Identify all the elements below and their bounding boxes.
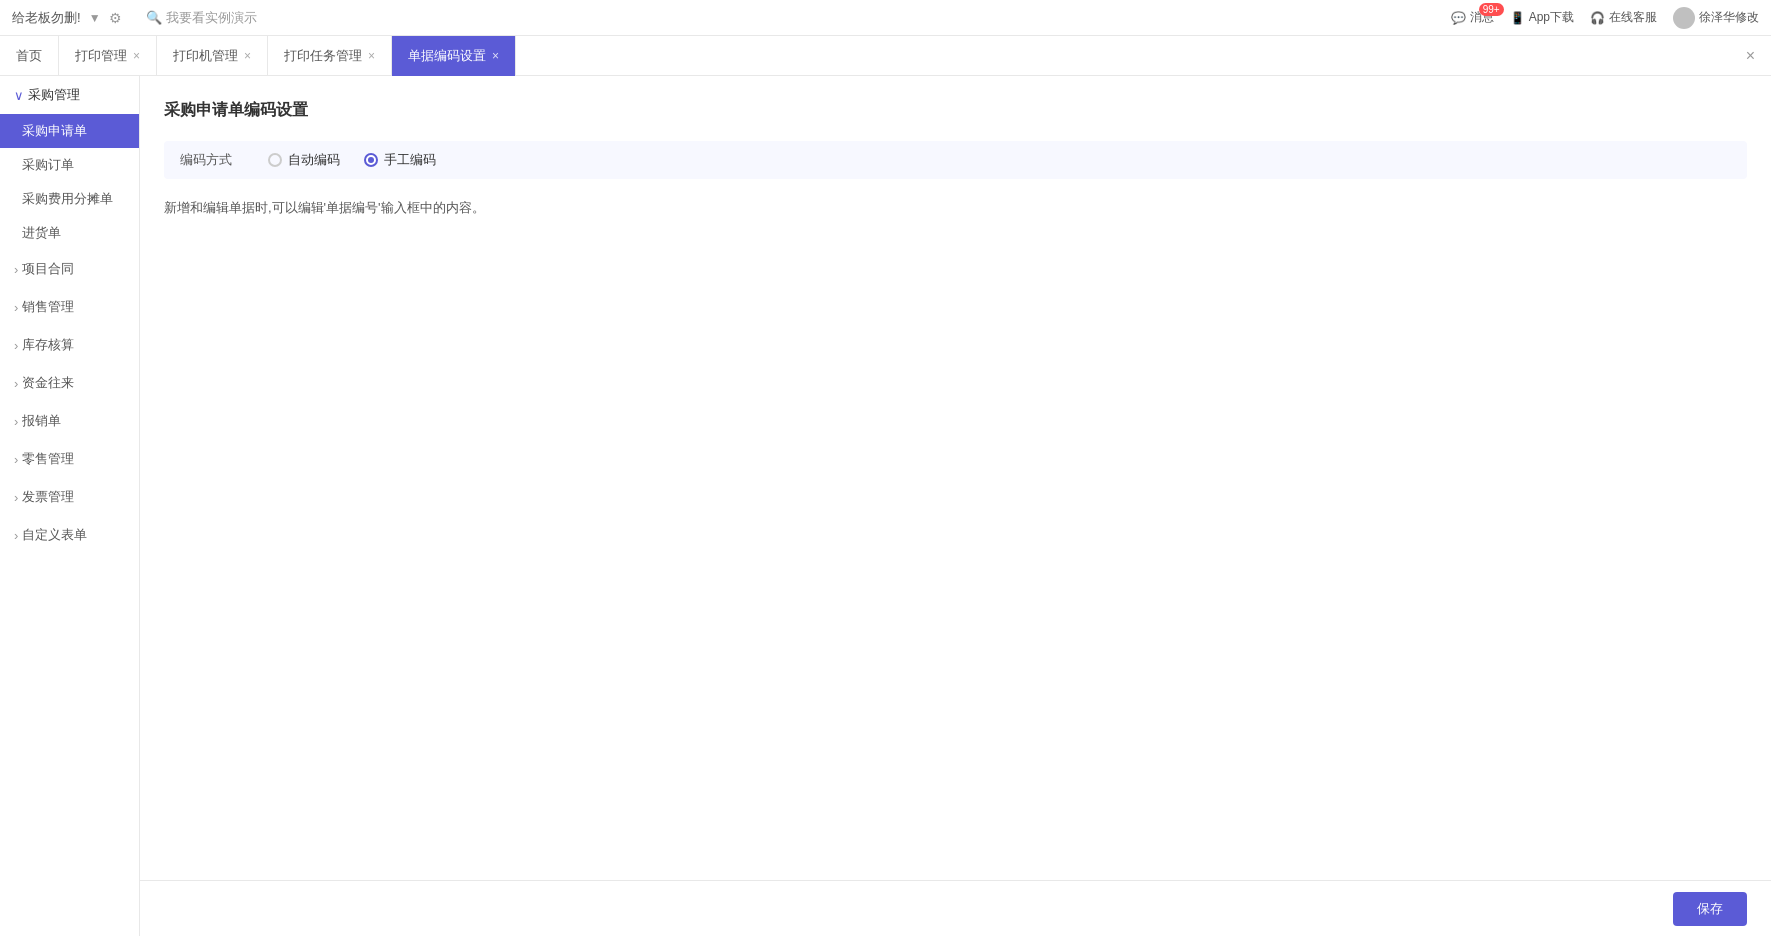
radio-manual-label: 手工编码 [384,151,436,169]
expand-arrow-icon: › [14,300,18,315]
sidebar-group-capital[interactable]: › 资金往来 [0,364,139,402]
brand-label: 给老板勿删! [12,9,81,27]
message-icon: 💬 [1451,11,1466,25]
tab-printer-management[interactable]: 打印机管理 × [157,36,268,76]
sidebar: ∨ 采购管理 采购申请单 采购订单 采购费用分摊单 进货单 › 项目合同 › 销… [0,76,140,936]
avatar [1673,7,1695,29]
sidebar-group-label: 报销单 [22,412,61,430]
expand-arrow-icon: › [14,338,18,353]
online-service-button[interactable]: 🎧 在线客服 [1590,9,1657,26]
encoding-method-row: 编码方式 自动编码 手工编码 [164,141,1747,179]
top-bar-left: 给老板勿删! ▼ ⚙ 🔍 我要看实例演示 [12,9,257,27]
sidebar-item-purchase-order[interactable]: 采购订单 [0,148,139,182]
sidebar-group-retail[interactable]: › 零售管理 [0,440,139,478]
app-icon: 📱 [1510,11,1525,25]
tab-print-management-label: 打印管理 [75,47,127,65]
radio-manual-encoding[interactable]: 手工编码 [364,151,436,169]
expand-arrow-icon: › [14,376,18,391]
app-download-label: App下载 [1529,9,1574,26]
main-content: 采购申请单编码设置 编码方式 自动编码 手工编码 新增和编辑单据时,可以编辑'单… [140,76,1771,936]
sidebar-item-purchase-cost[interactable]: 采购费用分摊单 [0,182,139,216]
tab-print-management[interactable]: 打印管理 × [59,36,157,76]
sidebar-section-purchasing: ∨ 采购管理 采购申请单 采购订单 采购费用分摊单 进货单 [0,76,139,250]
tab-printer-management-label: 打印机管理 [173,47,238,65]
footer: 保存 [140,880,1771,936]
content-body: 采购申请单编码设置 编码方式 自动编码 手工编码 新增和编辑单据时,可以编辑'单… [140,76,1771,880]
sidebar-group-purchasing[interactable]: ∨ 采购管理 [0,76,139,114]
tab-print-task-management[interactable]: 打印任务管理 × [268,36,392,76]
search-icon: 🔍 [146,10,162,25]
collapse-arrow-icon: ∨ [14,88,24,103]
tab-close-icon[interactable]: × [133,49,140,63]
expand-arrow-icon: › [14,452,18,467]
sidebar-group-expense[interactable]: › 报销单 [0,402,139,440]
page-title: 采购申请单编码设置 [164,100,1747,121]
close-all-tabs-button[interactable]: × [1730,47,1771,65]
sidebar-item-label: 采购订单 [22,157,74,172]
sidebar-item-label: 采购申请单 [22,123,87,138]
expand-arrow-icon: › [14,490,18,505]
top-bar: 给老板勿删! ▼ ⚙ 🔍 我要看实例演示 💬 消息 99+ 📱 App下载 🎧 … [0,0,1771,36]
sidebar-group-inventory[interactable]: › 库存核算 [0,326,139,364]
sidebar-item-purchase-request[interactable]: 采购申请单 [0,114,139,148]
user-menu[interactable]: 徐泽华修改 [1673,7,1759,29]
top-bar-right: 💬 消息 99+ 📱 App下载 🎧 在线客服 徐泽华修改 [1451,7,1759,29]
tab-home-label: 首页 [16,47,42,65]
save-button[interactable]: 保存 [1673,892,1747,926]
search-text[interactable]: 我要看实例演示 [166,9,257,27]
expand-arrow-icon: › [14,262,18,277]
sidebar-group-label: 项目合同 [22,260,74,278]
dropdown-arrow-icon[interactable]: ▼ [89,11,101,25]
sidebar-group-label: 库存核算 [22,336,74,354]
user-name: 徐泽华修改 [1699,9,1759,26]
tab-home[interactable]: 首页 [0,36,59,76]
sidebar-group-label: 零售管理 [22,450,74,468]
radio-auto-encoding[interactable]: 自动编码 [268,151,340,169]
tab-close-icon[interactable]: × [368,49,375,63]
radio-manual-circle[interactable] [364,153,378,167]
sidebar-item-label: 进货单 [22,225,61,240]
sidebar-group-invoice[interactable]: › 发票管理 [0,478,139,516]
tab-print-task-management-label: 打印任务管理 [284,47,362,65]
sidebar-item-label: 采购费用分摊单 [22,191,113,206]
app-download-button[interactable]: 📱 App下载 [1510,9,1574,26]
expand-arrow-icon: › [14,414,18,429]
tab-bar: 首页 打印管理 × 打印机管理 × 打印任务管理 × 单据编码设置 × × [0,36,1771,76]
sidebar-group-custom-form[interactable]: › 自定义表单 [0,516,139,554]
sidebar-item-stock-in[interactable]: 进货单 [0,216,139,250]
expand-arrow-icon: › [14,528,18,543]
sidebar-group-sales-management[interactable]: › 销售管理 [0,288,139,326]
tab-document-encoding[interactable]: 单据编码设置 × [392,36,516,76]
sidebar-group-label: 采购管理 [28,86,80,104]
sidebar-group-label: 发票管理 [22,488,74,506]
radio-auto-label: 自动编码 [288,151,340,169]
radio-auto-circle[interactable] [268,153,282,167]
service-icon: 🎧 [1590,11,1605,25]
gear-icon[interactable]: ⚙ [109,10,122,26]
service-label: 在线客服 [1609,9,1657,26]
sidebar-group-project-contract[interactable]: › 项目合同 [0,250,139,288]
message-button[interactable]: 💬 消息 99+ [1451,9,1494,26]
message-badge: 99+ [1479,3,1504,16]
sidebar-group-label: 销售管理 [22,298,74,316]
main-layout: ∨ 采购管理 采购申请单 采购订单 采购费用分摊单 进货单 › 项目合同 › 销… [0,76,1771,936]
description-text: 新增和编辑单据时,可以编辑'单据编号'输入框中的内容。 [164,199,1747,217]
tab-close-icon[interactable]: × [244,49,251,63]
tab-document-encoding-label: 单据编码设置 [408,47,486,65]
sidebar-group-label: 自定义表单 [22,526,87,544]
tab-close-active-icon[interactable]: × [492,49,499,63]
encoding-method-label: 编码方式 [180,151,232,169]
sidebar-group-label: 资金往来 [22,374,74,392]
